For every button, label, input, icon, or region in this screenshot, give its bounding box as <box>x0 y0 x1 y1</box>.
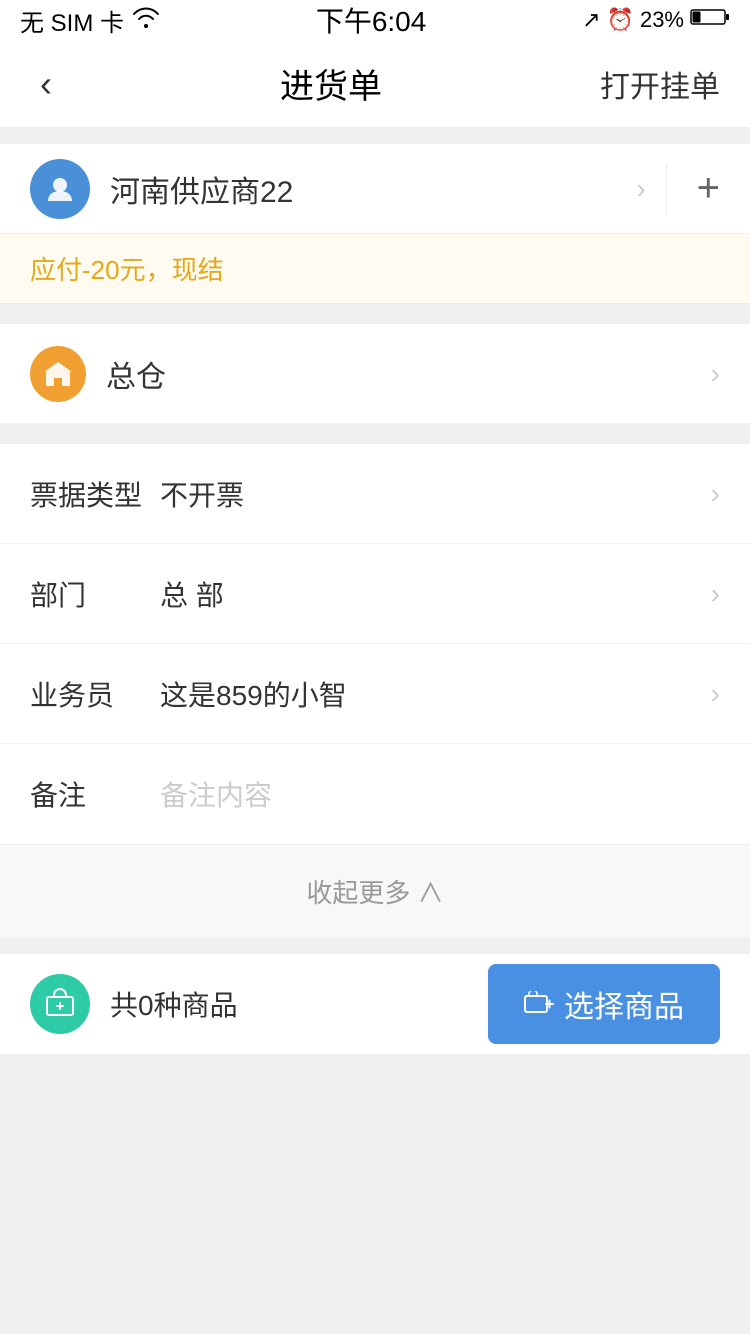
vertical-divider <box>666 164 667 214</box>
warehouse-row[interactable]: 总仓 › <box>0 324 750 424</box>
location-icon: ↗ <box>582 7 600 33</box>
notice-bar: 应付-20元，现结 <box>0 234 750 304</box>
invoice-label: 票据类型 <box>30 474 160 514</box>
salesperson-row[interactable]: 业务员 这是859的小智 › <box>0 644 750 744</box>
open-pending-button[interactable]: 打开挂单 <box>600 62 720 106</box>
add-supplier-button[interactable]: + <box>697 166 720 211</box>
select-product-label: 选择商品 <box>564 982 684 1026</box>
notice-text: 应付-20元，现结 <box>30 255 224 285</box>
warehouse-name: 总仓 <box>106 352 711 396</box>
carrier-label: 无 SIM 卡 <box>20 3 124 38</box>
warehouse-chevron-icon: › <box>711 358 720 390</box>
gap1 <box>0 304 750 324</box>
invoice-value: 不开票 <box>160 474 711 514</box>
collapse-button[interactable]: 收起更多 ∧ <box>0 844 750 938</box>
warehouse-icon <box>30 346 86 402</box>
top-gap <box>0 128 750 144</box>
back-button[interactable]: ‹ <box>30 53 62 115</box>
dept-label: 部门 <box>30 574 160 614</box>
supplier-name: 河南供应商22 <box>110 167 636 211</box>
status-right: ↗ ⏰ 23% <box>582 7 730 33</box>
salesperson-chevron-icon: › <box>711 678 720 710</box>
dept-chevron-icon: › <box>711 578 720 610</box>
status-time: 下午6:04 <box>316 0 427 40</box>
form-card: 票据类型 不开票 › 部门 总 部 › 业务员 这是859的小智 › 备注 备注… <box>0 444 750 844</box>
salesperson-label: 业务员 <box>30 674 160 714</box>
supplier-card: 河南供应商22 › + 应付-20元，现结 <box>0 144 750 304</box>
battery-label: 23% <box>640 7 684 33</box>
status-left: 无 SIM 卡 <box>20 3 160 38</box>
status-bar: 无 SIM 卡 下午6:04 ↗ ⏰ 23% <box>0 0 750 40</box>
supplier-chevron-icon: › <box>636 173 645 205</box>
nav-bar: ‹ 进货单 打开挂单 <box>0 40 750 128</box>
product-bar: 共0种商品 选择商品 <box>0 954 750 1054</box>
product-count-label: 共0种商品 <box>110 984 488 1024</box>
supplier-avatar <box>30 159 90 219</box>
main-content: 河南供应商22 › + 应付-20元，现结 总仓 › 票据类型 不开票 › <box>0 128 750 1334</box>
battery-icon <box>690 7 730 33</box>
page-title: 进货单 <box>280 59 382 108</box>
invoice-chevron-icon: › <box>711 478 720 510</box>
remark-label: 备注 <box>30 774 160 814</box>
invoice-row[interactable]: 票据类型 不开票 › <box>0 444 750 544</box>
dept-row[interactable]: 部门 总 部 › <box>0 544 750 644</box>
wifi-icon <box>132 6 160 35</box>
product-icon <box>30 974 90 1034</box>
supplier-row[interactable]: 河南供应商22 › + <box>0 144 750 234</box>
dept-value: 总 部 <box>160 574 711 614</box>
gap2 <box>0 424 750 444</box>
remark-input[interactable]: 备注内容 <box>160 774 720 814</box>
remark-row[interactable]: 备注 备注内容 <box>0 744 750 844</box>
alarm-icon: ⏰ <box>607 7 634 33</box>
select-product-button[interactable]: 选择商品 <box>488 964 720 1044</box>
salesperson-value: 这是859的小智 <box>160 674 711 714</box>
